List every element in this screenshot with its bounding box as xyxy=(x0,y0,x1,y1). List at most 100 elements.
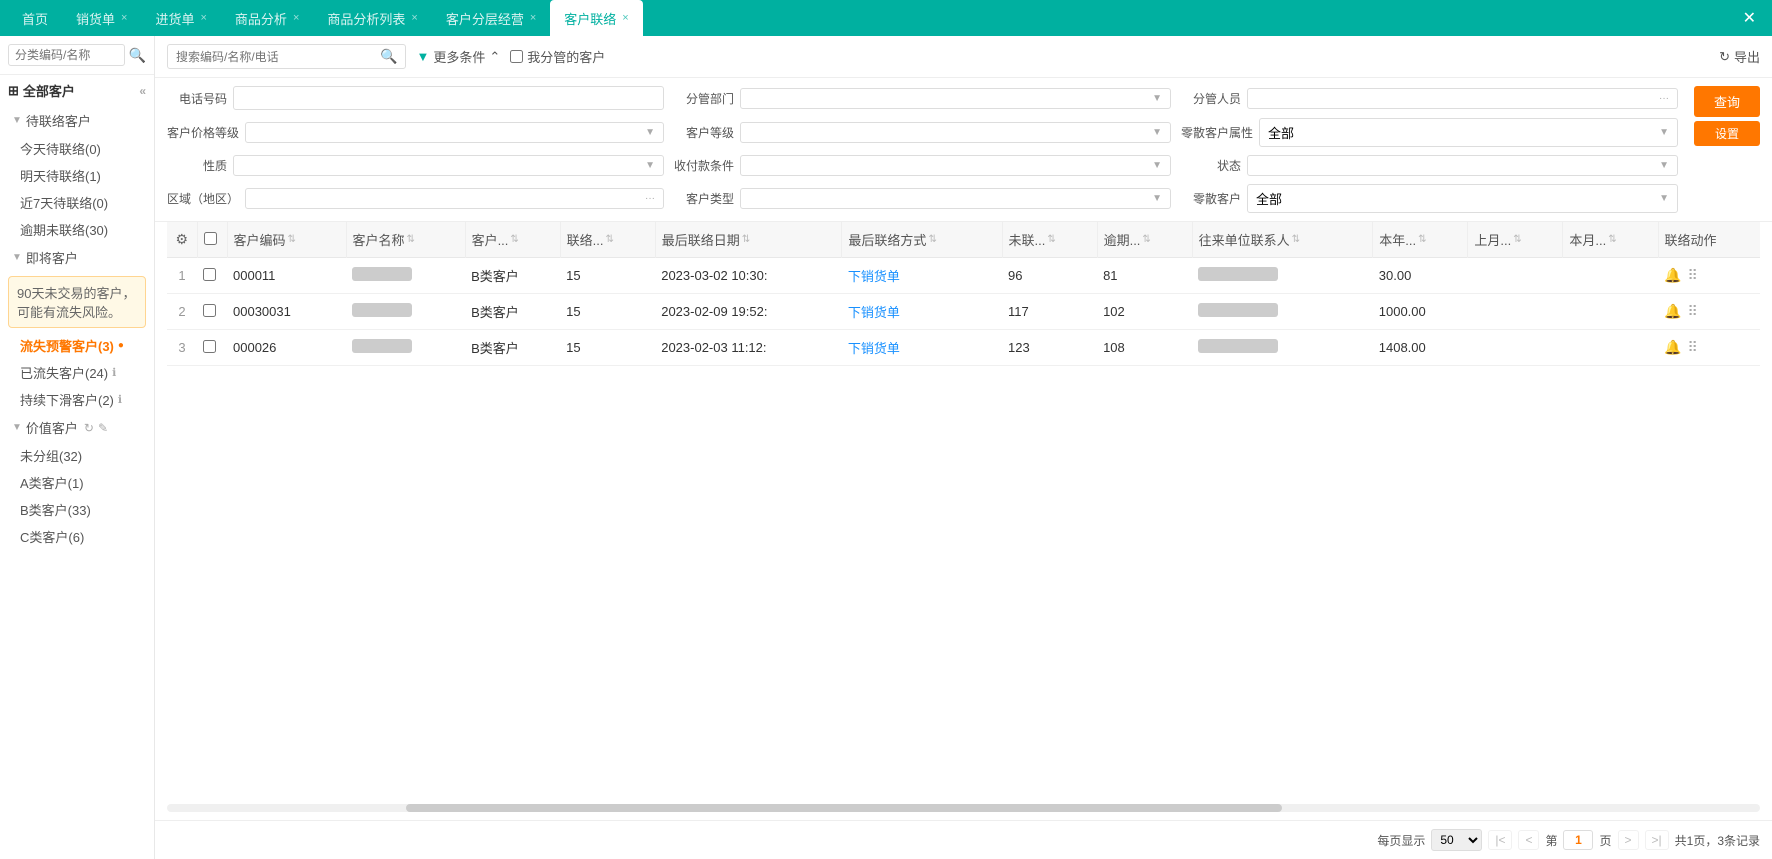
manager-select[interactable]: ··· xyxy=(1247,88,1678,109)
tab-home[interactable]: 首页 xyxy=(8,0,62,36)
sidebar-item-tomorrow[interactable]: 明天待联络(1) xyxy=(0,162,154,189)
th-type: 客户...⇅ xyxy=(465,222,560,258)
sidebar-group-lost[interactable]: ▼ 即将客户 xyxy=(0,243,154,272)
filter-dept: 分管部门 ▼ xyxy=(674,88,1171,109)
settings-button[interactable]: 设置 xyxy=(1694,121,1760,146)
cell-checkbox[interactable] xyxy=(197,294,227,330)
tab-purchase[interactable]: 进货单 × xyxy=(141,0,220,36)
tab-sales[interactable]: 销货单 × xyxy=(62,0,141,36)
sidebar-group-value[interactable]: ▼ 价值客户 ↻ ✎ xyxy=(0,413,154,442)
contact-method-link[interactable]: 下销货单 xyxy=(848,269,900,284)
zero-attr-select[interactable]: 全部▼ xyxy=(1259,118,1678,147)
sidebar-search-icon[interactable]: 🔍 xyxy=(129,47,146,64)
gender-select[interactable]: ▼ xyxy=(233,155,664,176)
status-select[interactable]: ▼ xyxy=(1247,155,1678,176)
contact-icon[interactable]: 🔔 xyxy=(1664,339,1681,356)
refresh-icon[interactable]: ↻ xyxy=(84,421,94,435)
search-input[interactable] xyxy=(176,50,376,64)
query-button[interactable]: 查询 xyxy=(1694,86,1760,117)
contact-icon[interactable]: 🔔 xyxy=(1664,267,1681,284)
payment-select[interactable]: ▼ xyxy=(740,155,1171,176)
more-actions-icon[interactable]: ⠿ xyxy=(1687,267,1697,284)
cell-name xyxy=(346,294,465,330)
sidebar-all-customers[interactable]: ⊞ 全部客户 « xyxy=(0,75,154,106)
pagination-first[interactable]: |< xyxy=(1488,830,1512,850)
cell-checkbox[interactable] xyxy=(197,258,227,294)
more-actions-icon[interactable]: ⠿ xyxy=(1687,339,1697,356)
blurred-name xyxy=(352,339,412,353)
sidebar-item-classA[interactable]: A类客户(1) xyxy=(0,469,154,496)
search-button[interactable]: 🔍 xyxy=(380,48,397,65)
cell-type: B类客户 xyxy=(465,294,560,330)
phone-input[interactable] xyxy=(233,86,664,110)
export-button[interactable]: ↻ 导出 xyxy=(1719,47,1760,66)
my-customers-check[interactable] xyxy=(510,50,523,63)
tab-goods-analysis-close[interactable]: × xyxy=(293,12,299,24)
contact-method-link[interactable]: 下销货单 xyxy=(848,341,900,356)
grid-icon: ⊞ xyxy=(8,83,19,99)
customer-type-select[interactable]: ▼ xyxy=(740,188,1171,209)
my-customers-checkbox[interactable]: 我分管的客户 xyxy=(510,47,605,66)
dept-select[interactable]: ▼ xyxy=(740,88,1171,109)
sidebar-item-today[interactable]: 今天待联络(0) xyxy=(0,135,154,162)
cell-overdue: 81 xyxy=(1097,258,1192,294)
pagination-last[interactable]: >| xyxy=(1645,830,1669,850)
contact-method-link[interactable]: 下销货单 xyxy=(848,305,900,320)
th-name: 客户名称⇅ xyxy=(346,222,465,258)
tab-purchase-close[interactable]: × xyxy=(200,12,206,24)
region-select[interactable]: ··· xyxy=(245,188,664,209)
sidebar-search-input[interactable] xyxy=(8,44,125,66)
cell-unit-contact xyxy=(1192,294,1373,330)
tab-bar: 首页 销货单 × 进货单 × 商品分析 × 商品分析列表 × 客户分层经营 × … xyxy=(0,0,1772,36)
th-action: 联络动作 xyxy=(1658,222,1760,258)
pagination-prev[interactable]: < xyxy=(1518,830,1539,850)
sidebar-item-declining[interactable]: 持续下滑客户(2) ℹ xyxy=(0,386,154,413)
th-last-contact-method: 最后联络方式⇅ xyxy=(842,222,1002,258)
th-this-month: 本月...⇅ xyxy=(1563,222,1658,258)
customer-grade-select[interactable]: ▼ xyxy=(740,122,1171,143)
tab-customer-contact-close[interactable]: × xyxy=(622,12,628,24)
page-number-input[interactable] xyxy=(1563,830,1593,850)
more-actions-icon[interactable]: ⠿ xyxy=(1687,303,1697,320)
filter-customer-type: 客户类型 ▼ xyxy=(674,188,1171,209)
sidebar-item-classC[interactable]: C类客户(6) xyxy=(0,523,154,550)
horizontal-scrollbar[interactable] xyxy=(167,804,1760,812)
tab-customer-contact[interactable]: 客户联络 × xyxy=(550,0,642,36)
zero-customer-select[interactable]: 全部▼ xyxy=(1247,184,1678,213)
pagination-next[interactable]: > xyxy=(1618,830,1639,850)
tab-goods-analysis[interactable]: 商品分析 × xyxy=(221,0,313,36)
edit-icon[interactable]: ✎ xyxy=(98,421,108,435)
th-code: 客户编码⇅ xyxy=(227,222,346,258)
row-checkbox[interactable] xyxy=(203,304,216,317)
sidebar-item-unsorted[interactable]: 未分组(32) xyxy=(0,442,154,469)
sidebar-group-pending[interactable]: ▼ 待联络客户 xyxy=(0,106,154,135)
tab-customer-segment[interactable]: 客户分层经营 × xyxy=(432,0,550,36)
th-last-month: 上月...⇅ xyxy=(1468,222,1563,258)
tab-goods-list[interactable]: 商品分析列表 × xyxy=(313,0,431,36)
price-grade-select[interactable]: ▼ xyxy=(245,122,664,143)
select-all-checkbox[interactable] xyxy=(204,232,217,245)
per-page-select[interactable]: 50 20 100 xyxy=(1431,829,1482,851)
sidebar-item-losing[interactable]: 流失预警客户(3) ● xyxy=(0,332,154,359)
settings-gear-icon[interactable]: ⚙ xyxy=(175,231,188,247)
row-checkbox[interactable] xyxy=(203,340,216,353)
row-checkbox[interactable] xyxy=(203,268,216,281)
cell-checkbox[interactable] xyxy=(197,330,227,366)
tab-sales-close[interactable]: × xyxy=(121,12,127,24)
sidebar-item-overdue[interactable]: 逾期未联络(30) xyxy=(0,216,154,243)
cell-name xyxy=(346,258,465,294)
more-conditions-button[interactable]: ▼ 更多条件 ⌃ xyxy=(416,47,500,66)
sidebar-item-lost[interactable]: 已流失客户(24) ℹ xyxy=(0,359,154,386)
tab-goods-list-close[interactable]: × xyxy=(411,12,417,24)
cell-code: 00030031 xyxy=(227,294,346,330)
sidebar-item-classB[interactable]: B类客户(33) xyxy=(0,496,154,523)
th-unit-contact: 往来单位联系人⇅ xyxy=(1192,222,1373,258)
contact-icon[interactable]: 🔔 xyxy=(1664,303,1681,320)
window-close-button[interactable]: ✕ xyxy=(1735,8,1764,28)
cell-no-contact: 117 xyxy=(1002,294,1097,330)
tab-customer-segment-close[interactable]: × xyxy=(530,12,536,24)
sidebar-item-week[interactable]: 近7天待联络(0) xyxy=(0,189,154,216)
collapse-icon[interactable]: « xyxy=(139,84,146,98)
pagination: 每页显示 50 20 100 |< < 第 页 > >| 共1页，3条记录 xyxy=(155,820,1772,859)
scroll-thumb[interactable] xyxy=(406,804,1282,812)
